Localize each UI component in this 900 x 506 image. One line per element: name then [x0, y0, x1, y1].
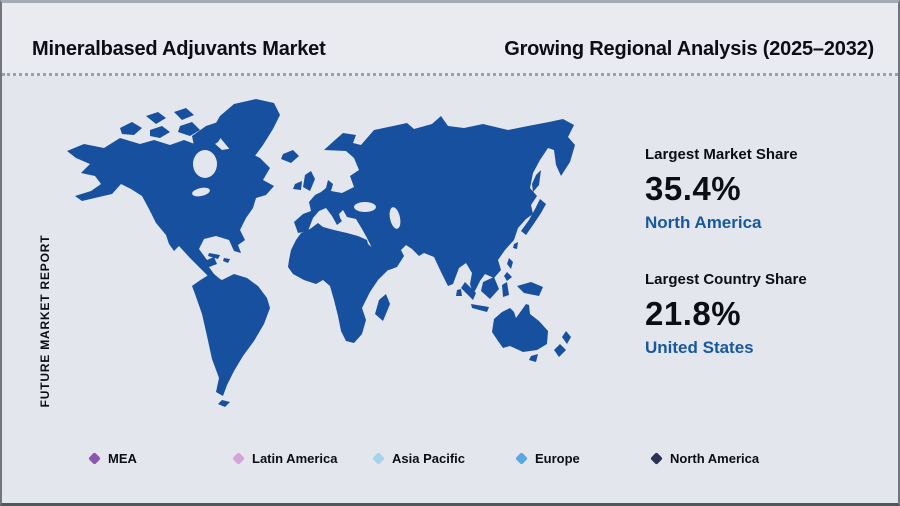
stat-value: 21.8% [645, 295, 742, 332]
legend-dot-icon [372, 452, 385, 465]
legend-item-north-america: North America [650, 451, 760, 466]
page-title: Mineralbased Adjuvants Market [32, 38, 326, 60]
legend-item-latin-america: Latin America [232, 451, 338, 466]
legend-label: MEA [108, 451, 137, 466]
header: Mineralbased Adjuvants Market Growing Re… [2, 3, 898, 76]
world-map-svg [67, 99, 575, 407]
stat-label: Largest Country Share [645, 271, 807, 288]
page-subtitle: Growing Regional Analysis (2025–2032) [504, 38, 874, 60]
stat-region: United States [645, 338, 754, 357]
legend-dot-icon [515, 452, 528, 465]
legend-dot-icon [232, 452, 245, 465]
publisher-watermark: FUTURE MARKET REPORT [38, 234, 52, 408]
legend-dot-icon [88, 452, 101, 465]
stat-region: North America [645, 213, 762, 232]
legend-item-europe: Europe [515, 451, 580, 466]
stat-largest-country-share: Largest Country Share 21.8% United State… [645, 271, 885, 358]
legend-dot-icon [650, 452, 663, 465]
infographic-frame: Mineralbased Adjuvants Market Growing Re… [0, 0, 900, 506]
stat-value: 35.4% [645, 170, 742, 207]
legend-label: Latin America [252, 451, 338, 466]
legend-item-asia-pacific: Asia Pacific [372, 451, 465, 466]
stat-largest-market-share: Largest Market Share 35.4% North America [645, 146, 885, 233]
legend-label: Europe [535, 451, 580, 466]
world-map [62, 88, 622, 408]
legend-label: Asia Pacific [392, 451, 465, 466]
legend-item-mea: MEA [88, 451, 137, 466]
legend-label: North America [670, 451, 760, 466]
info-panel: Largest Market Share 35.4% North America… [645, 146, 885, 396]
stat-label: Largest Market Share [645, 146, 798, 163]
